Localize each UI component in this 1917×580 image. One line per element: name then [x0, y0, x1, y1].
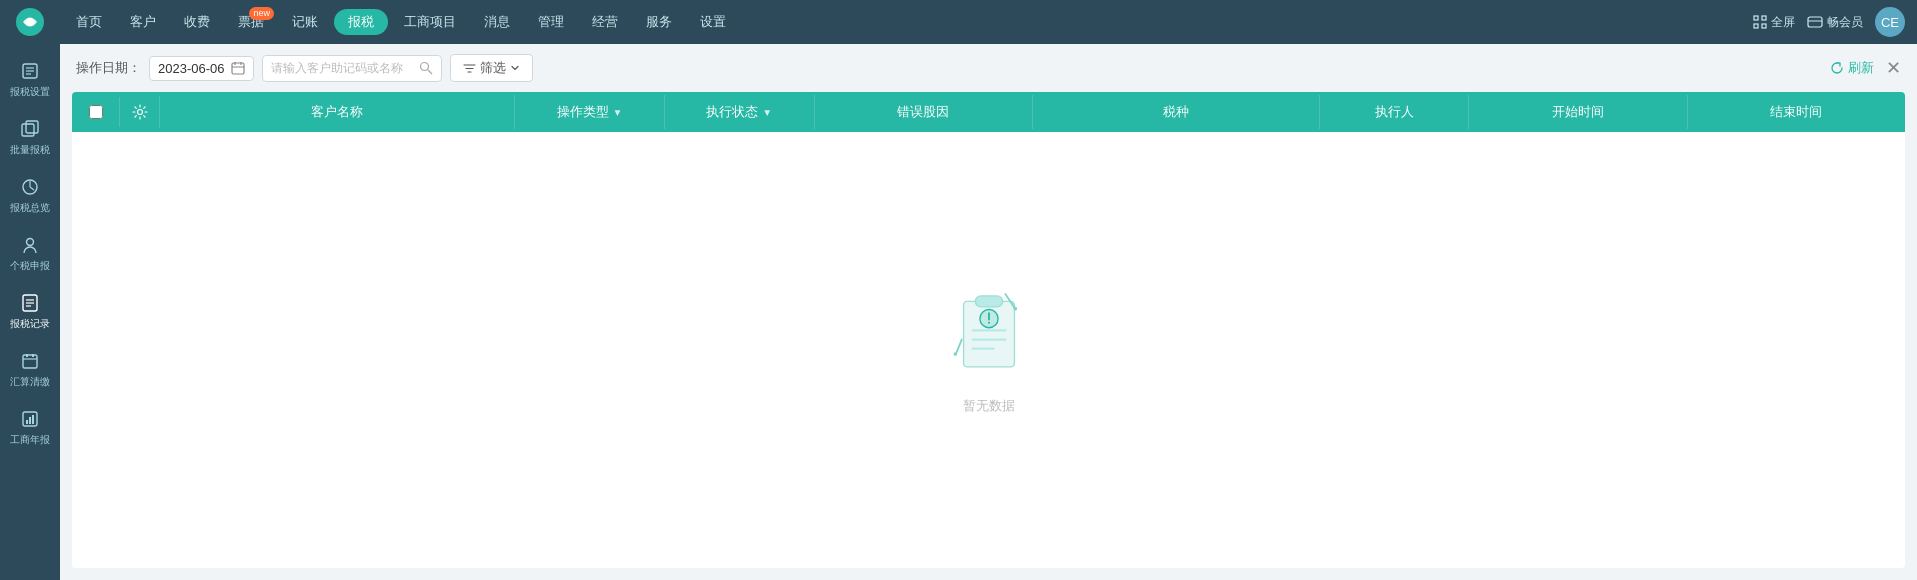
personal-tax-icon [19, 234, 41, 256]
nav-home[interactable]: 首页 [64, 9, 114, 35]
toolbar-right: 刷新 ✕ [1830, 57, 1901, 79]
table-body: 暂无数据 [72, 132, 1905, 568]
th-error: 错误股因 [815, 95, 1033, 129]
search-icon [419, 61, 433, 75]
nav-invoice[interactable]: 票据 new [226, 9, 276, 35]
tax-settings-icon [19, 60, 41, 82]
logo[interactable] [12, 4, 48, 40]
th-op-type[interactable]: 操作类型 ▼ [515, 95, 665, 129]
nav-items: 首页 客户 收费 票据 new 记账 报税 工商项目 消息 管理 经营 服务 设… [64, 9, 1753, 35]
th-tax-type: 税种 [1033, 95, 1320, 129]
search-box[interactable]: 请输入客户助记码或名称 [262, 55, 442, 82]
svg-line-33 [428, 70, 432, 74]
top-nav-right: 全屏 畅会员 CE [1753, 7, 1905, 37]
chevron-down-icon [510, 63, 520, 73]
svg-rect-36 [975, 296, 1002, 307]
annual-report-icon [19, 408, 41, 430]
sidebar-item-batch-tax[interactable]: 批量报税 [2, 110, 58, 164]
svg-rect-28 [232, 63, 244, 74]
svg-line-46 [956, 340, 961, 354]
th-name: 客户名称 [160, 95, 515, 129]
layout: 报税设置 批量报税 报税总览 [0, 44, 1917, 580]
member-button[interactable]: 畅会员 [1807, 14, 1863, 31]
th-gear[interactable] [120, 96, 160, 128]
nav-industrial[interactable]: 工商项目 [392, 9, 468, 35]
nav-service[interactable]: 服务 [634, 9, 684, 35]
svg-rect-2 [1754, 16, 1758, 20]
svg-point-34 [137, 110, 142, 115]
nav-tax[interactable]: 报税 [334, 9, 388, 35]
batch-tax-icon [19, 118, 41, 140]
th-executor: 执行人 [1320, 95, 1470, 129]
nav-settings[interactable]: 设置 [688, 9, 738, 35]
nav-customer[interactable]: 客户 [118, 9, 168, 35]
gear-icon [132, 104, 148, 120]
date-label: 操作日期： [76, 59, 141, 77]
svg-point-15 [27, 239, 34, 246]
top-nav: 首页 客户 收费 票据 new 记账 报税 工商项目 消息 管理 经营 服务 设… [0, 0, 1917, 44]
new-badge: new [249, 7, 274, 20]
th-start-time: 开始时间 [1469, 95, 1687, 129]
sort-icon-op-type: ▼ [613, 107, 623, 118]
close-button[interactable]: ✕ [1886, 57, 1901, 79]
table-container: 客户名称 操作类型 ▼ 执行状态 ▼ 错误股因 税种 执行人 开始时间 结束时间 [72, 92, 1905, 568]
svg-rect-23 [32, 354, 34, 357]
filter-icon [463, 62, 476, 75]
sidebar-item-tax-settings[interactable]: 报税设置 [2, 52, 58, 106]
filter-button[interactable]: 筛选 [450, 54, 533, 82]
svg-rect-13 [26, 121, 38, 133]
fullscreen-icon [1753, 15, 1767, 29]
calendar-icon [231, 61, 245, 75]
svg-point-47 [953, 352, 957, 356]
nav-manage[interactable]: 管理 [526, 9, 576, 35]
toolbar: 操作日期： 2023-06-06 请输入客户助记码或名称 [60, 44, 1917, 92]
sort-icon-exec-status: ▼ [762, 107, 772, 118]
svg-rect-22 [26, 354, 28, 357]
th-exec-status[interactable]: 执行状态 ▼ [665, 95, 815, 129]
nav-fee[interactable]: 收费 [172, 9, 222, 35]
tax-overview-icon [19, 176, 41, 198]
nav-operation[interactable]: 经营 [580, 9, 630, 35]
svg-rect-12 [22, 124, 34, 136]
settlement-icon [19, 350, 41, 372]
svg-rect-20 [23, 355, 37, 368]
svg-rect-6 [1808, 17, 1822, 27]
refresh-button[interactable]: 刷新 [1830, 59, 1874, 77]
table-scroll[interactable]: 暂无数据 [72, 132, 1905, 568]
svg-rect-26 [29, 417, 31, 424]
fullscreen-button[interactable]: 全屏 [1753, 14, 1795, 31]
avatar[interactable]: CE [1875, 7, 1905, 37]
th-checkbox[interactable] [72, 97, 120, 127]
refresh-icon [1830, 61, 1844, 75]
table-header: 客户名称 操作类型 ▼ 执行状态 ▼ 错误股因 税种 执行人 开始时间 结束时间 [72, 92, 1905, 132]
sidebar-item-annual-report[interactable]: 工商年报 [2, 400, 58, 454]
svg-point-32 [420, 63, 428, 71]
svg-point-43 [987, 322, 989, 324]
sidebar-item-settlement[interactable]: 汇算清缴 [2, 342, 58, 396]
nav-accounting[interactable]: 记账 [280, 9, 330, 35]
svg-rect-5 [1762, 24, 1766, 28]
nav-message[interactable]: 消息 [472, 9, 522, 35]
sidebar-item-tax-record[interactable]: 报税记录 [2, 284, 58, 338]
sidebar-item-personal-tax[interactable]: 个税申报 [2, 226, 58, 280]
select-all-checkbox[interactable] [89, 105, 103, 119]
main-content: 操作日期： 2023-06-06 请输入客户助记码或名称 [60, 44, 1917, 580]
date-input[interactable]: 2023-06-06 [149, 56, 254, 81]
empty-text: 暂无数据 [963, 397, 1015, 415]
sidebar: 报税设置 批量报税 报税总览 [0, 44, 60, 580]
svg-rect-4 [1754, 24, 1758, 28]
tax-record-icon [19, 292, 41, 314]
svg-point-45 [1013, 307, 1017, 311]
svg-rect-3 [1762, 16, 1766, 20]
member-icon [1807, 14, 1823, 30]
sidebar-item-tax-overview[interactable]: 报税总览 [2, 168, 58, 222]
svg-point-1 [26, 18, 34, 26]
th-end-time: 结束时间 [1688, 95, 1905, 129]
svg-rect-27 [32, 415, 34, 424]
svg-rect-25 [26, 420, 28, 424]
empty-illustration [939, 285, 1039, 385]
